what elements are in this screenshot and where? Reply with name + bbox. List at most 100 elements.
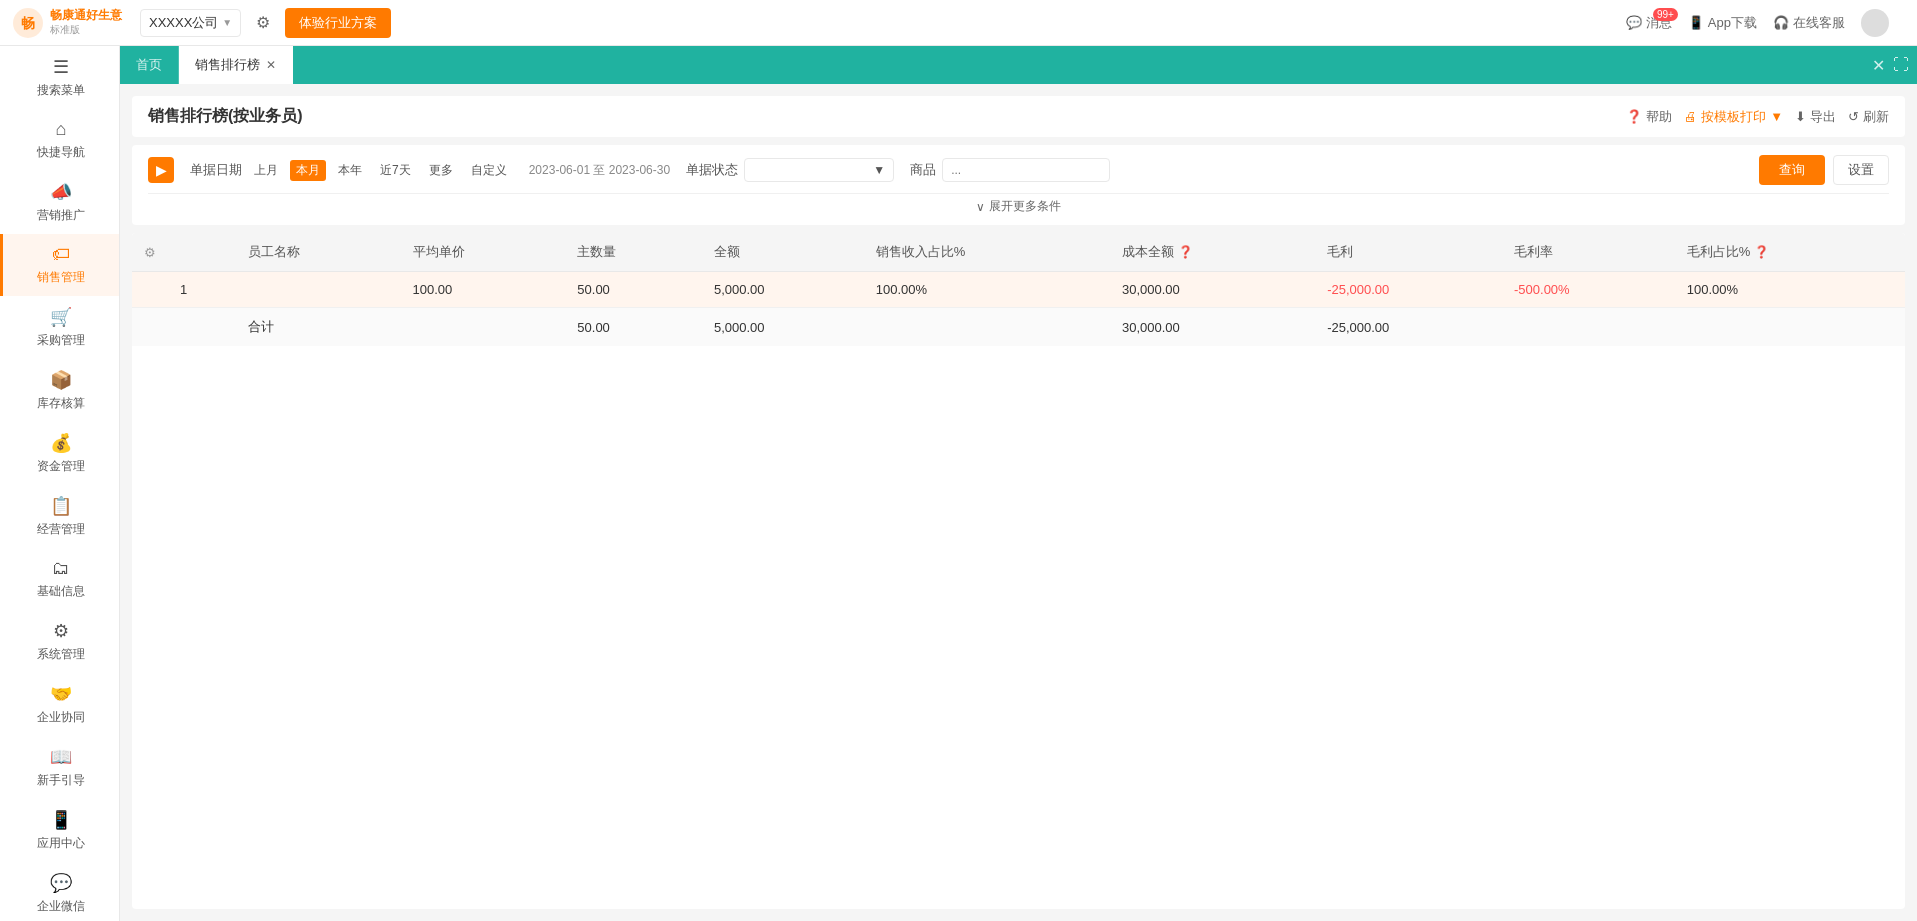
date-btn-custom[interactable]: 自定义 — [465, 160, 513, 181]
svg-text:畅: 畅 — [21, 15, 35, 31]
message-badge: 99+ — [1653, 8, 1678, 21]
sidebar-item-enterprise[interactable]: 🤝 企业协同 — [0, 673, 119, 736]
sidebar-item-quick-nav[interactable]: ⌂ 快捷导航 — [0, 109, 119, 171]
footer-gross-rate — [1502, 308, 1675, 347]
footer-avg-price — [401, 308, 566, 347]
app-download-button[interactable]: 📱 App下载 — [1688, 14, 1757, 32]
topbar-settings-button[interactable]: ⚙ — [249, 9, 277, 37]
print-button[interactable]: 🖨 按模板打印 ▼ — [1684, 108, 1783, 126]
guide-icon: 📖 — [50, 746, 72, 768]
help-button[interactable]: ❓ 帮助 — [1626, 108, 1672, 126]
date-range-value: 2023-06-01 至 2023-06-30 — [529, 162, 670, 179]
tab-home[interactable]: 首页 — [120, 46, 179, 84]
gross-pct-help-icon[interactable]: ❓ — [1754, 245, 1769, 259]
enterprise-icon: 🤝 — [50, 683, 72, 705]
sales-icon: 🏷 — [52, 244, 70, 265]
date-btn-more[interactable]: 更多 — [423, 160, 459, 181]
export-button[interactable]: ⬇ 导出 — [1795, 108, 1836, 126]
operations-icon: 📋 — [50, 495, 72, 517]
filter-settings-button[interactable]: 设置 — [1833, 155, 1889, 185]
message-button[interactable]: 💬 消息 99+ — [1626, 14, 1672, 32]
sidebar-item-app-center[interactable]: 📱 应用中心 — [0, 799, 119, 862]
footer-gross-pct — [1675, 308, 1905, 347]
date-btn-this-month[interactable]: 本月 — [290, 160, 326, 181]
inventory-icon: 📦 — [50, 369, 72, 391]
tab-sales-rank[interactable]: 销售排行榜 ✕ — [179, 46, 293, 84]
col-amount: 全额 — [702, 233, 864, 272]
sidebar-item-operations[interactable]: 📋 经营管理 — [0, 485, 119, 548]
tab-home-label: 首页 — [136, 56, 162, 74]
col-gross-rate: 毛利率 — [1502, 233, 1675, 272]
app-center-icon: 📱 — [50, 809, 72, 831]
filter-collapse-button[interactable]: ▶ — [148, 157, 174, 183]
row-gross: -25,000.00 — [1315, 272, 1502, 308]
expand-more-row[interactable]: ∨ 展开更多条件 — [148, 193, 1889, 215]
sidebar-item-sales[interactable]: 🏷 销售管理 — [0, 234, 119, 296]
help-label: 帮助 — [1646, 108, 1672, 126]
query-button[interactable]: 查询 — [1759, 155, 1825, 185]
sidebar-item-purchase[interactable]: 🛒 采购管理 — [0, 296, 119, 359]
sidebar-item-wechat[interactable]: 💬 企业微信 — [0, 862, 119, 921]
logo-area: 畅 畅康通好生意 标准版 — [12, 7, 132, 39]
tab-bar: 首页 销售排行榜 ✕ ✕ ⛶ — [120, 46, 1917, 84]
date-btn-7days[interactable]: 近7天 — [374, 160, 417, 181]
sidebar-item-guide[interactable]: 📖 新手引导 — [0, 736, 119, 799]
expand-more-label: 展开更多条件 — [989, 198, 1061, 215]
tab-bar-right: ✕ ⛶ — [1872, 56, 1917, 75]
sidebar-item-label-quick-nav: 快捷导航 — [37, 144, 85, 161]
logo-name: 畅康通好生意 — [50, 8, 122, 22]
export-label: 导出 — [1810, 108, 1836, 126]
page-header: 销售排行榜(按业务员) ❓ 帮助 🖨 按模板打印 ▼ ⬇ 导出 — [132, 96, 1905, 137]
sidebar-item-label-operations: 经营管理 — [37, 521, 85, 538]
row-cost: 30,000.00 — [1110, 272, 1315, 308]
wechat-icon: 💬 — [50, 872, 72, 894]
col-sales-pct: 销售收入占比% — [864, 233, 1110, 272]
quick-nav-icon: ⌂ — [56, 119, 67, 140]
company-selector[interactable]: XXXXX公司 ▼ — [140, 9, 241, 37]
tab-close-icon[interactable]: ✕ — [266, 58, 276, 72]
row-gear[interactable] — [132, 272, 168, 308]
sidebar-item-search-order[interactable]: ☰ 搜索菜单 — [0, 46, 119, 109]
status-select[interactable]: ▼ — [744, 158, 894, 182]
sales-rank-table: ⚙ 员工名称 平均单价 主数量 全额 销售收入占比% 成本全额 ❓ 毛利 毛利率… — [132, 233, 1905, 346]
sidebar-item-basic-info[interactable]: 🗂 基础信息 — [0, 548, 119, 610]
company-arrow-icon: ▼ — [222, 17, 232, 28]
sidebar-item-inventory[interactable]: 📦 库存核算 — [0, 359, 119, 422]
sidebar-item-label-wechat: 企业微信 — [37, 898, 85, 915]
tab-close-all-icon[interactable]: ✕ — [1872, 56, 1885, 75]
system-icon: ⚙ — [53, 620, 69, 642]
table-row: 1 100.00 50.00 5,000.00 100.00% 30,000.0… — [132, 272, 1905, 308]
trial-button[interactable]: 体验行业方案 — [285, 8, 391, 38]
marketing-icon: 📣 — [50, 181, 72, 203]
sidebar-item-system[interactable]: ⚙ 系统管理 — [0, 610, 119, 673]
refresh-label: 刷新 — [1863, 108, 1889, 126]
online-service-button[interactable]: 🎧 在线客服 — [1773, 14, 1845, 32]
filter-status: 单据状态 ▼ — [686, 158, 894, 182]
col-avg-price: 平均单价 — [401, 233, 566, 272]
refresh-button[interactable]: ↺ 刷新 — [1848, 108, 1889, 126]
sidebar-item-label-purchase: 采购管理 — [37, 332, 85, 349]
sidebar-item-marketing[interactable]: 📣 营销推广 — [0, 171, 119, 234]
print-label: 按模板打印 — [1701, 108, 1766, 126]
date-btn-this-year[interactable]: 本年 — [332, 160, 368, 181]
col-cost: 成本全额 ❓ — [1110, 233, 1315, 272]
col-gross-pct: 毛利占比% ❓ — [1675, 233, 1905, 272]
purchase-icon: 🛒 — [50, 306, 72, 328]
status-select-arrow-icon: ▼ — [873, 163, 885, 177]
filter-bar: ▶ 单据日期 上月 本月 本年 近7天 更多 自定义 2023-06-01 至 … — [132, 145, 1905, 225]
col-rank — [168, 233, 236, 272]
row-avg-price: 100.00 — [401, 272, 566, 308]
col-settings[interactable]: ⚙ — [132, 233, 168, 272]
sidebar: ☰ 搜索菜单 ⌂ 快捷导航 📣 营销推广 🏷 销售管理 🛒 采购管理 📦 库存核… — [0, 46, 120, 921]
goods-input[interactable] — [942, 158, 1110, 182]
sidebar-item-finance[interactable]: 💰 资金管理 — [0, 422, 119, 485]
avatar[interactable] — [1861, 9, 1889, 37]
sidebar-item-label-app-center: 应用中心 — [37, 835, 85, 852]
tab-expand-icon[interactable]: ⛶ — [1893, 56, 1909, 74]
cost-help-icon[interactable]: ❓ — [1178, 245, 1193, 259]
footer-empty-rank — [168, 308, 236, 347]
status-label: 单据状态 — [686, 161, 738, 179]
date-btn-last-month[interactable]: 上月 — [248, 160, 284, 181]
table-header-row: ⚙ 员工名称 平均单价 主数量 全额 销售收入占比% 成本全额 ❓ 毛利 毛利率… — [132, 233, 1905, 272]
col-qty: 主数量 — [565, 233, 702, 272]
